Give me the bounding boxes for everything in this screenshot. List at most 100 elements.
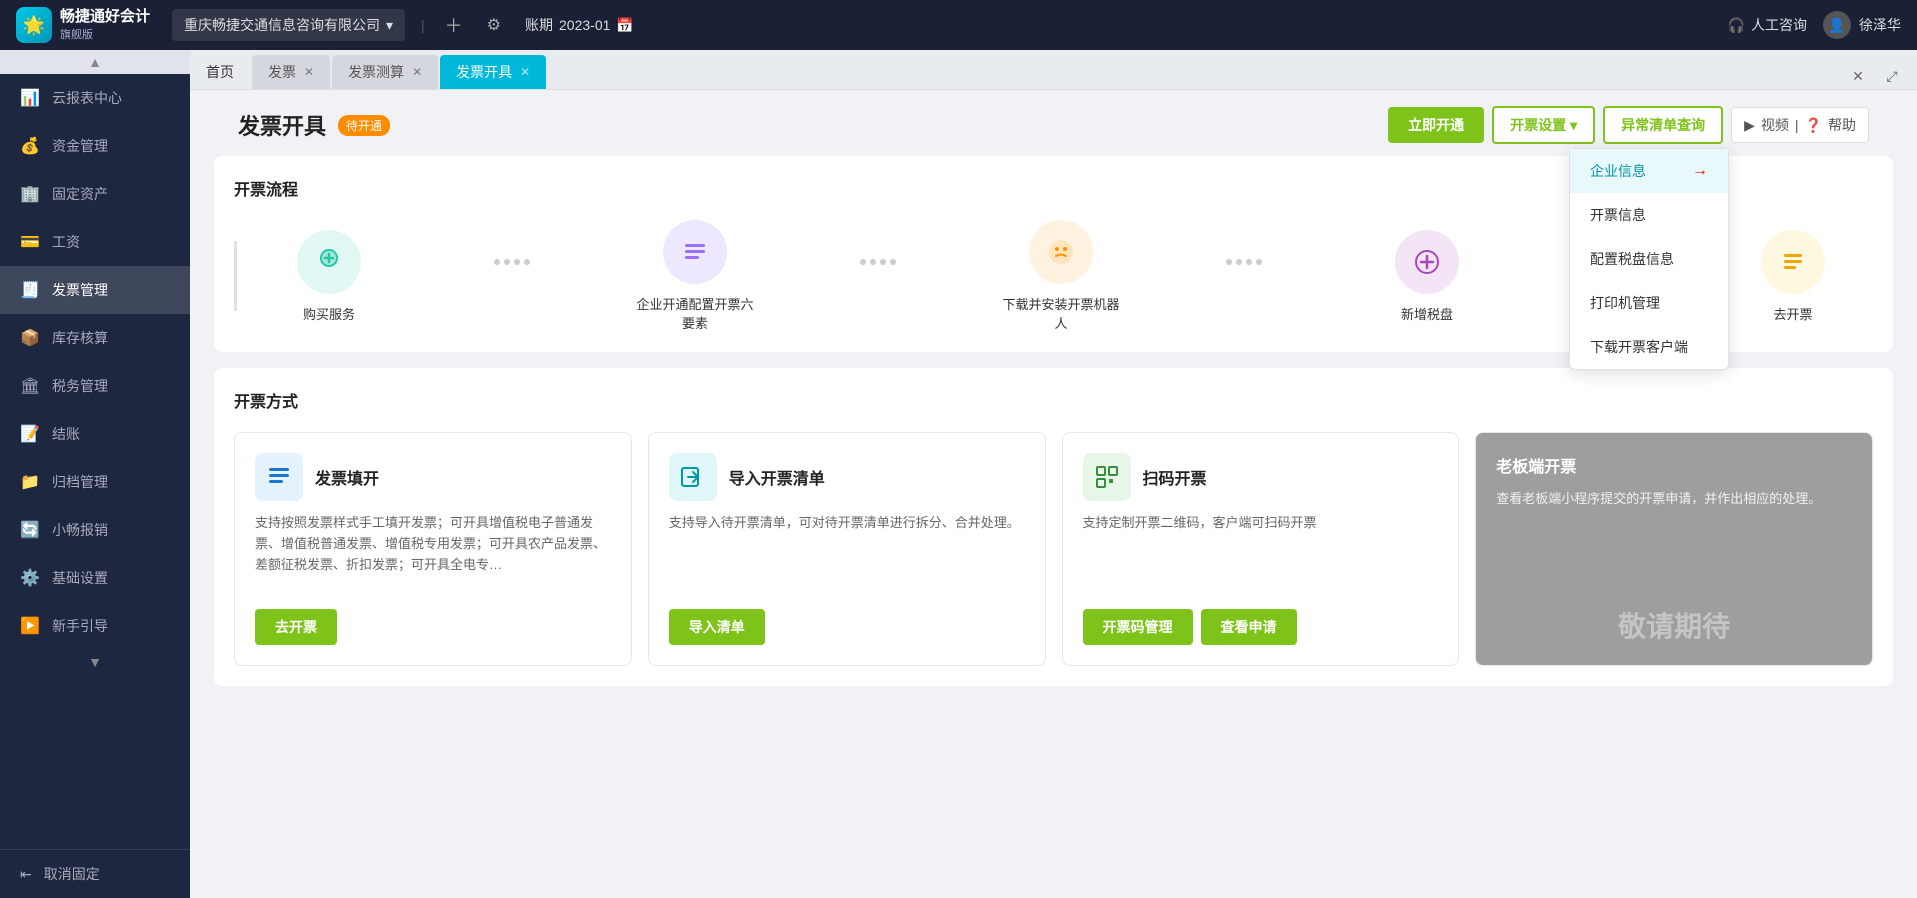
download-step-label: 下载并安装开票机器人 [1001, 294, 1121, 332]
settings-icon[interactable]: ⚙ [483, 11, 505, 39]
sidebar-item-zijin[interactable]: 💰 资金管理 [0, 122, 190, 170]
tab-maximize-icon[interactable]: ⤢ [1879, 63, 1905, 89]
sidebar-item-kucun[interactable]: 📦 库存核算 [0, 314, 190, 362]
xinshouyin-icon: ▶️ [20, 616, 40, 636]
sidebar-item-gudingzichan[interactable]: 🏢 固定资产 [0, 170, 190, 218]
sidebar-item-label: 小畅报销 [52, 520, 108, 540]
zijin-icon: 💰 [20, 136, 40, 156]
tab-invoice-calc-label: 发票测算 [348, 62, 404, 82]
dropdown-item-company-info[interactable]: 企业信息 → [1570, 149, 1728, 193]
flow-step-download: 下载并安装开票机器人 [981, 220, 1141, 332]
connector-dots-3 [1226, 259, 1262, 265]
methods-section-title: 开票方式 [234, 388, 1873, 412]
go-invoice-step-icon [1761, 230, 1825, 294]
separator: | [1795, 117, 1799, 133]
qr-manage-button[interactable]: 开票码管理 [1083, 609, 1193, 645]
tab-invoice[interactable]: 发票 ✕ [252, 55, 330, 89]
sidebar-item-xiaochang[interactable]: 🔄 小畅报销 [0, 506, 190, 554]
sidebar-item-label: 结账 [52, 424, 80, 444]
dropdown-item-printer[interactable]: 打印机管理 [1570, 281, 1728, 325]
flow-connector-1 [409, 259, 615, 265]
dropdown-item-tax-disk[interactable]: 配置税盘信息 [1570, 237, 1728, 281]
company-info-label: 企业信息 [1590, 161, 1646, 181]
view-apply-button[interactable]: 查看申请 [1201, 609, 1297, 645]
shuiwu-icon: 🏛 [20, 376, 40, 396]
header-actions: 立即开通 开票设置 ▾ 异常清单查询 ▶ 视频 | ❓ 帮助 [1388, 106, 1869, 144]
settings-dropdown-button[interactable]: 开票设置 ▾ [1492, 106, 1595, 144]
sidebar-item-xinshouyin[interactable]: ▶️ 新手引导 [0, 602, 190, 650]
cancel-pin-label: 取消固定 [44, 864, 100, 884]
import-list-button[interactable]: 导入清单 [669, 609, 765, 645]
flow-step-config: 企业开通配置开票六要素 [615, 220, 775, 332]
tab-invoice-open-label: 发票开具 [456, 62, 512, 82]
exception-button[interactable]: 异常清单查询 [1603, 106, 1723, 144]
tab-invoice-close-icon[interactable]: ✕ [304, 65, 314, 79]
sidebar-item-fapiao[interactable]: 🧾 发票管理 [0, 266, 190, 314]
method-card-boss: 老板端开票 查看老板端小程序提交的开票申请，并作出相应的处理。 敬请期待 [1475, 432, 1873, 666]
dropdown-item-download-client[interactable]: 下载开票客户端 [1570, 325, 1728, 369]
settings-label: 开票设置 [1510, 115, 1566, 135]
tab-invoice-open-close-icon[interactable]: ✕ [520, 65, 530, 79]
fill-invoice-button[interactable]: 去开票 [255, 609, 337, 645]
activate-button[interactable]: 立即开通 [1388, 107, 1484, 143]
tab-invoice-open[interactable]: 发票开具 ✕ [440, 55, 546, 89]
import-invoice-title: 导入开票清单 [729, 465, 825, 489]
sidebar-item-label: 基础设置 [52, 568, 108, 588]
kucun-icon: 📦 [20, 328, 40, 348]
logo-subtitle: 旗舰版 [60, 26, 150, 42]
sidebar-item-guidang[interactable]: 📁 归档管理 [0, 458, 190, 506]
connector-dots-2 [860, 259, 896, 265]
xiaochang-icon: 🔄 [20, 520, 40, 540]
sidebar-item-shuiwu[interactable]: 🏛 税务管理 [0, 362, 190, 410]
import-invoice-desc: 支持导入待开票清单，可对待开票清单进行拆分、合并处理。 [669, 513, 1025, 593]
tab-close-all-button[interactable]: ✕ [1845, 63, 1871, 89]
page-header: 发票开具 待开通 立即开通 开票设置 ▾ 异常清单查询 ▶ 视频 [214, 90, 1893, 156]
tab-invoice-calc[interactable]: 发票测算 ✕ [332, 55, 438, 89]
sidebar-item-jiezhang[interactable]: 📝 结账 [0, 410, 190, 458]
consult-button[interactable]: 🎧 人工咨询 [1728, 15, 1807, 35]
chevron-down-icon: ▾ [386, 17, 393, 34]
sidebar-item-label: 库存核算 [52, 328, 108, 348]
method-import-header: 导入开票清单 [669, 453, 1025, 501]
sidebar-scroll-down[interactable]: ▼ [0, 650, 190, 674]
fapiao-icon: 🧾 [20, 280, 40, 300]
play-icon: ▶ [1744, 117, 1755, 134]
method-card-import: 导入开票清单 支持导入待开票清单，可对待开票清单进行拆分、合并处理。 导入清单 [648, 432, 1046, 666]
tab-home-label: 首页 [206, 62, 234, 82]
boss-invoice-title: 老板端开票 [1496, 453, 1576, 477]
methods-grid: 发票填开 支持按照发票样式手工填开发票；可开具增值税电子普通发票、增值税普通发票… [234, 432, 1873, 666]
headset-icon: 🎧 [1728, 17, 1745, 34]
video-help-button[interactable]: ▶ 视频 | ❓ 帮助 [1731, 107, 1869, 143]
consult-label: 人工咨询 [1751, 15, 1807, 35]
sidebar-bottom: ⇤ 取消固定 [0, 849, 190, 898]
tab-invoice-calc-close-icon[interactable]: ✕ [412, 65, 422, 79]
sidebar-item-gongzi[interactable]: 💳 工资 [0, 218, 190, 266]
printer-label: 打印机管理 [1590, 293, 1660, 313]
sidebar-scroll-up[interactable]: ▲ [0, 50, 190, 74]
help-label: 帮助 [1828, 115, 1856, 135]
app-container: 🌟 畅捷通好会计 旗舰版 重庆畅捷交通信息咨询有限公司 ▾ | ＋ ⚙ 账期 2… [0, 0, 1917, 898]
guidang-icon: 📁 [20, 472, 40, 492]
tab-home[interactable]: 首页 [190, 55, 250, 89]
sidebar-item-cancel-pin[interactable]: ⇤ 取消固定 [0, 850, 190, 898]
company-selector[interactable]: 重庆畅捷交通信息咨询有限公司 ▾ [172, 9, 405, 41]
buy-step-icon [297, 230, 361, 294]
content-area: 首页 发票 ✕ 发票测算 ✕ 发票开具 ✕ ✕ ⤢ [190, 50, 1917, 898]
flow-connector-3 [1141, 259, 1347, 265]
sidebar-item-jichushezhi[interactable]: ⚙️ 基础设置 [0, 554, 190, 602]
add-tab-button[interactable]: ＋ [441, 8, 467, 42]
scan-invoice-icon [1083, 453, 1131, 501]
sidebar-item-label: 发票管理 [52, 280, 108, 300]
top-bar: 🌟 畅捷通好会计 旗舰版 重庆畅捷交通信息咨询有限公司 ▾ | ＋ ⚙ 账期 2… [0, 0, 1917, 50]
settings-dropdown-menu: 企业信息 → 开票信息 配置税盘信息 打印机管理 [1569, 148, 1729, 370]
dropdown-item-invoice-info[interactable]: 开票信息 [1570, 193, 1728, 237]
period-value: 2023-01 [559, 17, 610, 33]
sidebar-item-label: 税务管理 [52, 376, 108, 396]
page-content: 发票开具 待开通 立即开通 开票设置 ▾ 异常清单查询 ▶ 视频 [190, 90, 1917, 898]
config-step-icon [663, 220, 727, 284]
boss-invoice-desc: 查看老板端小程序提交的开票申请，并作出相应的处理。 [1496, 489, 1852, 569]
user-area[interactable]: 👤 徐泽华 [1823, 11, 1901, 39]
sidebar-item-yunbao[interactable]: 📊 云报表中心 [0, 74, 190, 122]
buy-step-label: 购买服务 [303, 304, 355, 323]
calendar-icon[interactable]: 📅 [616, 17, 633, 34]
